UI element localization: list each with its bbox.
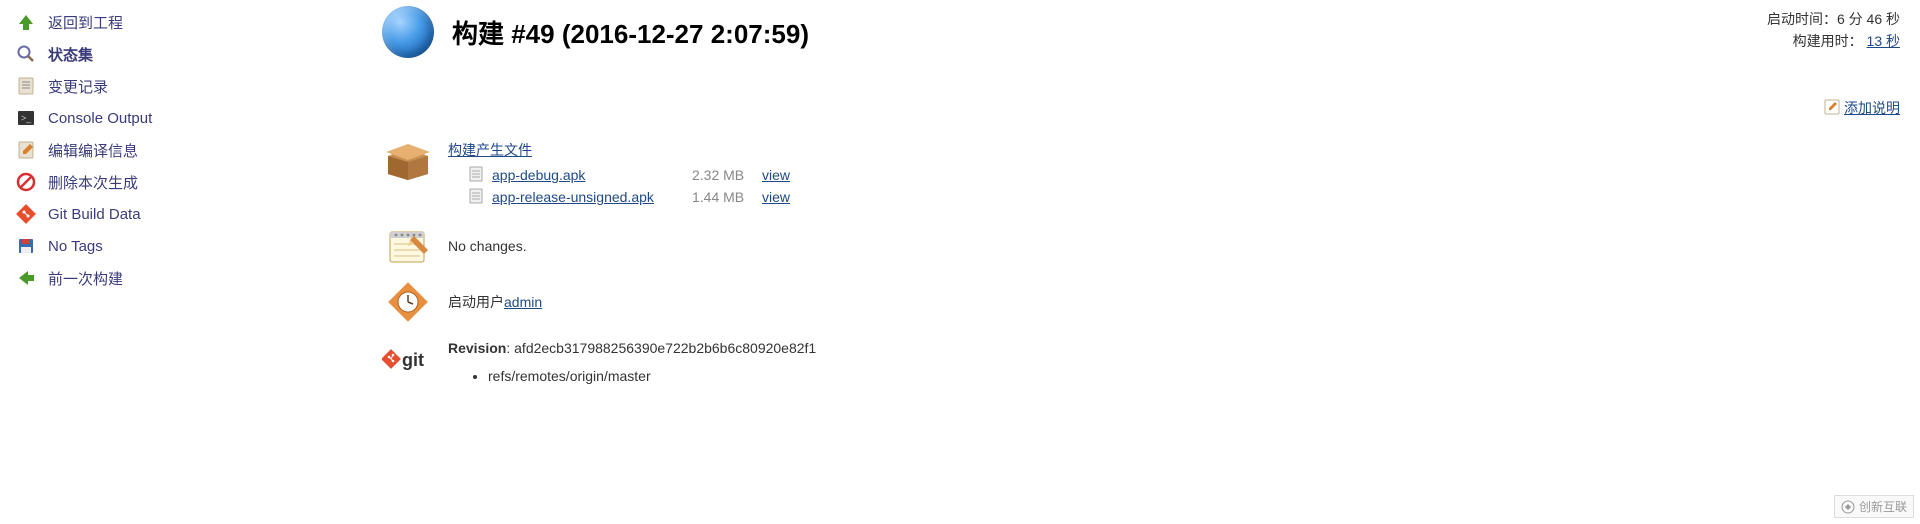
artifacts-row: 构建产生文件 app-debug.apk 2.32 MB view [382,138,1900,210]
add-description-link[interactable]: 添加说明 [1824,98,1900,118]
git-ref: refs/remotes/origin/master [488,368,1900,384]
artifacts-header-link[interactable]: 构建产生文件 [448,142,532,158]
document-icon [14,74,38,98]
artifact-link[interactable]: app-debug.apk [492,167,585,183]
sidebar: 返回到工程 状态集 变更记录 >_ Console Output 编辑编译信息 … [8,6,348,294]
changes-body: No changes. [448,226,1900,254]
title-block: 构建 #49 (2016-12-27 2:07:59) [382,6,809,58]
artifact-item: app-release-unsigned.apk 1.44 MB view [468,188,1900,206]
changes-row: No changes. [382,226,1900,266]
git-revision: Revision: afd2ecb317988256390e722b2b6b6c… [448,340,1900,356]
svg-text:>_: >_ [21,113,32,123]
start-label: 启动时间： [1767,11,1837,27]
sidebar-item-git-data[interactable]: Git Build Data [8,198,348,230]
prohibit-icon [14,170,38,194]
save-icon [14,234,38,258]
revision-sep: : [506,340,514,356]
edit-document-icon [14,138,38,162]
sidebar-item-label: No Tags [48,238,103,255]
add-description-label: 添加说明 [1844,98,1900,118]
file-icon [468,166,486,184]
header-row: 构建 #49 (2016-12-27 2:07:59) 启动时间：6 分 46 … [382,6,1900,58]
artifact-size: 1.44 MB [692,189,762,205]
sidebar-item-label: 前一次构建 [48,268,123,289]
arrow-left-icon [14,266,38,290]
started-by-row: 启动用户admin [382,282,1900,322]
git-icon [14,202,38,226]
sidebar-item-back[interactable]: 返回到工程 [8,6,348,38]
build-meta: 启动时间：6 分 46 秒 构建用时： 13 秒 [1767,6,1900,53]
artifacts-header: 构建产生文件 [448,140,1900,160]
artifact-size: 2.32 MB [692,167,762,183]
duration: 构建用时： 13 秒 [1767,30,1900,52]
watermark: 创新互联 [1834,495,1914,518]
build-status-icon [382,6,434,58]
sidebar-item-label: Console Output [48,110,152,127]
duration-label: 构建用时： [1793,33,1867,49]
artifact-link[interactable]: app-release-unsigned.apk [492,189,654,205]
sidebar-item-prev-build[interactable]: 前一次构建 [8,262,348,294]
package-icon [382,138,434,180]
artifact-list: app-debug.apk 2.32 MB view app-release-u… [448,166,1900,206]
git-refs: refs/remotes/origin/master [488,368,1900,384]
revision-value: afd2ecb317988256390e722b2b6b6c80920e82f1 [514,340,816,356]
sidebar-item-console[interactable]: >_ Console Output [8,102,348,134]
clock-icon [382,282,434,322]
notepad-icon [382,226,434,266]
sidebar-item-delete[interactable]: 删除本次生成 [8,166,348,198]
sidebar-item-label: 状态集 [48,44,93,65]
terminal-icon: >_ [14,106,38,130]
add-description-row: 添加说明 [382,98,1900,118]
started-by-user-link[interactable]: admin [504,294,542,310]
svg-text:git: git [402,350,424,370]
content-rows: 构建产生文件 app-debug.apk 2.32 MB view [382,138,1900,384]
watermark-icon [1841,500,1855,514]
git-row: git Revision: afd2ecb317988256390e722b2b… [382,338,1900,384]
artifact-view-link[interactable]: view [762,189,790,205]
sidebar-item-edit-build[interactable]: 编辑编译信息 [8,134,348,166]
artifact-item: app-debug.apk 2.32 MB view [468,166,1900,184]
start-time: 启动时间：6 分 46 秒 [1767,8,1900,30]
sidebar-item-label: Git Build Data [48,206,141,223]
git-body: Revision: afd2ecb317988256390e722b2b6b6c… [448,338,1900,384]
sidebar-item-no-tags[interactable]: No Tags [8,230,348,262]
artifacts-body: 构建产生文件 app-debug.apk 2.32 MB view [448,138,1900,210]
git-logo-icon: git [382,338,434,378]
watermark-text: 创新互联 [1859,498,1907,515]
search-icon [14,42,38,66]
sidebar-item-label: 变更记录 [48,76,108,97]
file-icon [468,188,486,206]
main: 构建 #49 (2016-12-27 2:07:59) 启动时间：6 分 46 … [382,0,1920,400]
arrow-up-icon [14,10,38,34]
started-by-body: 启动用户admin [448,282,1900,312]
sidebar-item-label: 编辑编译信息 [48,140,138,161]
changes-text: No changes. [448,238,527,254]
page-title: 构建 #49 (2016-12-27 2:07:59) [452,14,809,51]
sidebar-item-changes[interactable]: 变更记录 [8,70,348,102]
edit-icon [1824,99,1840,118]
artifact-view-link[interactable]: view [762,167,790,183]
started-by-prefix: 启动用户 [448,294,504,310]
start-value: 6 分 46 秒 [1837,11,1900,27]
sidebar-item-label: 返回到工程 [48,12,123,33]
revision-label: Revision [448,340,506,356]
sidebar-item-label: 删除本次生成 [48,172,138,193]
sidebar-item-status[interactable]: 状态集 [8,38,348,70]
duration-link[interactable]: 13 秒 [1867,33,1900,49]
